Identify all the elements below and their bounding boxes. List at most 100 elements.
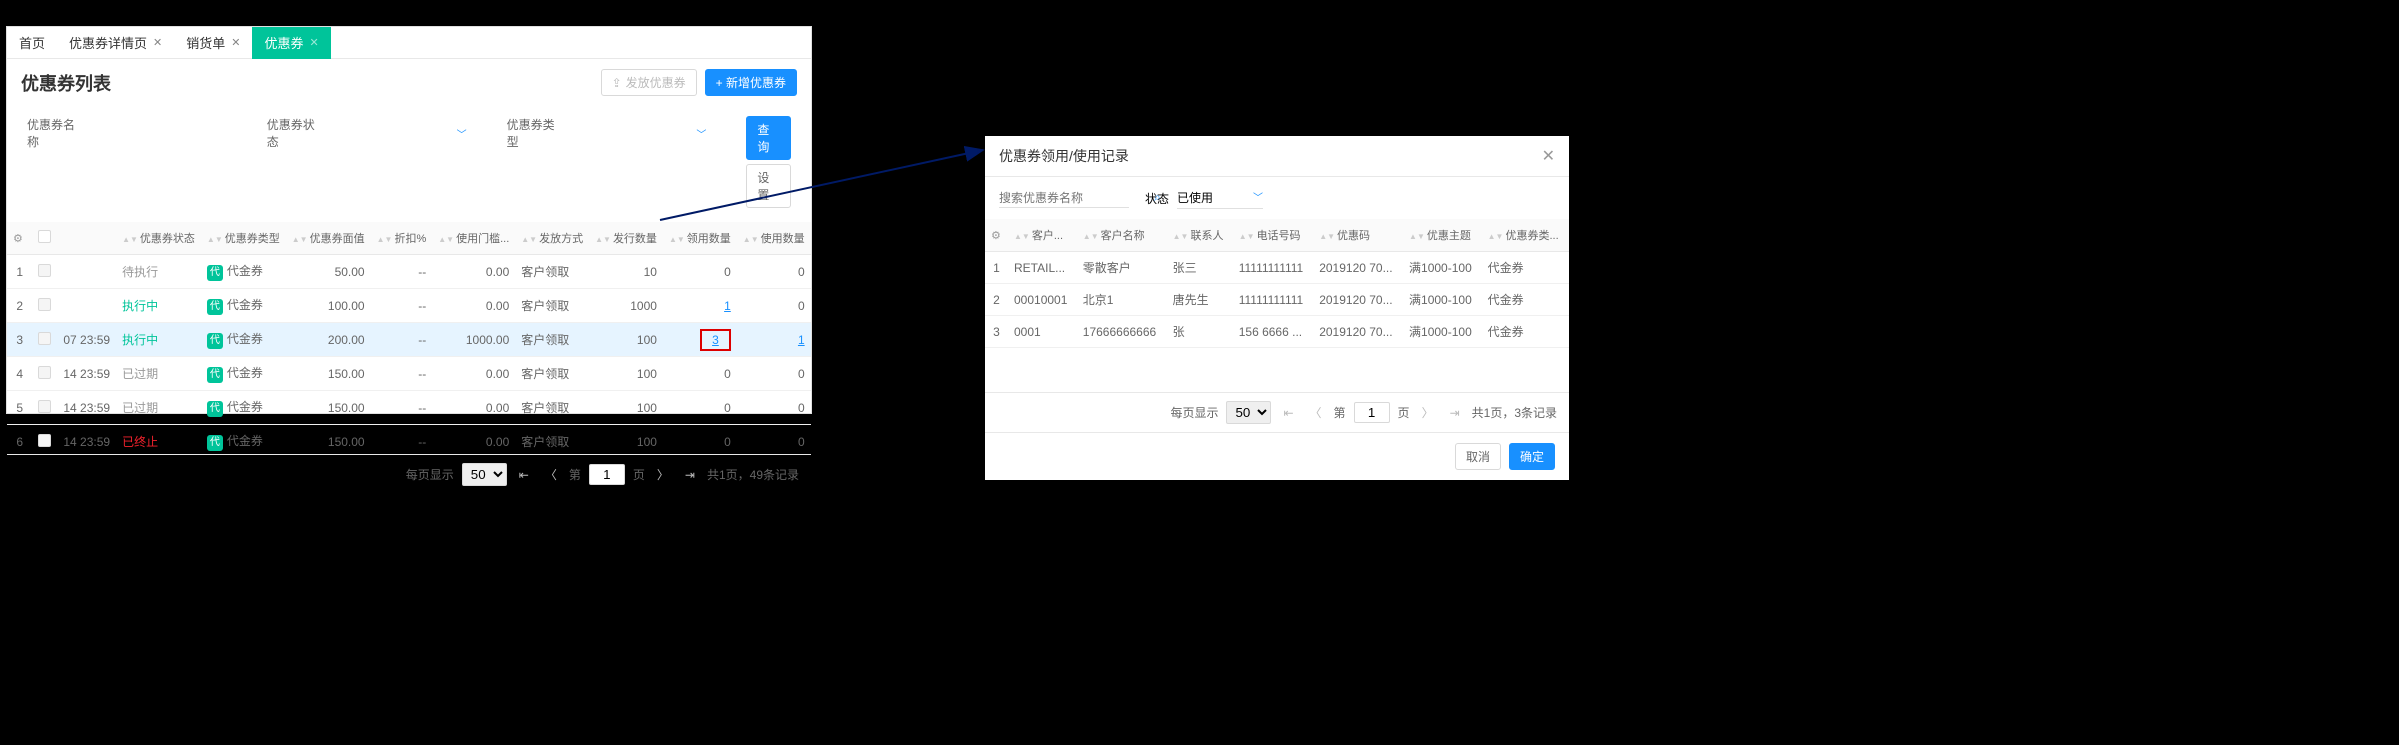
- modal-prev-page[interactable]: 〈: [1306, 404, 1326, 421]
- chevron-down-icon: ﹀: [457, 126, 467, 141]
- gear-icon[interactable]: ⚙: [991, 230, 1001, 242]
- status-badge: 待执行: [122, 265, 158, 279]
- column-header[interactable]: ▲▼发放方式: [515, 222, 589, 255]
- modal-search[interactable]: ⌕: [999, 188, 1129, 208]
- row-checkbox[interactable]: [38, 366, 51, 379]
- sort-icon[interactable]: ▲▼: [377, 238, 393, 242]
- row-checkbox[interactable]: [38, 400, 51, 413]
- tab-优惠券详情页[interactable]: 优惠券详情页✕: [57, 27, 174, 59]
- page-input[interactable]: [589, 464, 625, 485]
- column-header[interactable]: ▲▼客户...: [1008, 219, 1077, 252]
- column-header[interactable]: ⚙: [985, 219, 1008, 252]
- voucher-badge-icon: 代: [207, 265, 223, 281]
- close-icon[interactable]: ✕: [153, 36, 162, 49]
- claimed-link[interactable]: 3: [700, 329, 731, 351]
- prev-page-button[interactable]: 〈: [541, 466, 561, 483]
- sort-icon[interactable]: ▲▼: [292, 238, 308, 242]
- column-header[interactable]: [57, 222, 116, 255]
- column-header[interactable]: ▲▼联系人: [1167, 219, 1233, 252]
- first-page-button[interactable]: ⇤: [515, 468, 533, 482]
- filter-name-label: 优惠券名称: [27, 116, 81, 150]
- column-header[interactable]: ▲▼领用数量: [663, 222, 737, 255]
- column-header[interactable]: ▲▼优惠券面值: [286, 222, 371, 255]
- table-row[interactable]: 3000117666666666张156 6666 ...2019120 70.…: [985, 316, 1569, 348]
- next-page-button[interactable]: 〉: [653, 466, 673, 483]
- table-row[interactable]: 614 23:59已终止代代金券150.00--0.00客户领取10000⇱▦: [7, 425, 811, 455]
- column-header[interactable]: ▲▼优惠券类型: [201, 222, 286, 255]
- modal-page-input[interactable]: [1354, 402, 1390, 423]
- tab-bar: 首页优惠券详情页✕销货单✕优惠券✕: [7, 27, 811, 59]
- sort-icon[interactable]: ▲▼: [743, 238, 759, 242]
- table-row[interactable]: 2执行中代代金券100.00--0.00客户领取100010⇱▦: [7, 289, 811, 323]
- pagination: 每页显示 50 ⇤ 〈 第 页 〉 ⇥ 共1页，49条记录: [7, 454, 811, 494]
- tab-销货单[interactable]: 销货单✕: [174, 27, 252, 59]
- modal-first-page[interactable]: ⇤: [1279, 406, 1297, 420]
- column-header[interactable]: ▲▼优惠主题: [1403, 219, 1482, 252]
- close-icon[interactable]: ✕: [310, 36, 319, 49]
- tab-优惠券[interactable]: 优惠券✕: [252, 27, 330, 59]
- cancel-button[interactable]: 取消: [1455, 443, 1501, 470]
- row-checkbox[interactable]: [38, 434, 51, 447]
- add-coupon-button[interactable]: + 新增优惠券: [705, 69, 797, 96]
- per-page-select[interactable]: 50: [462, 463, 507, 486]
- column-header[interactable]: ▲▼使用数量: [737, 222, 811, 255]
- modal-next-page[interactable]: 〉: [1418, 404, 1438, 421]
- column-header[interactable]: ▲▼优惠码: [1313, 219, 1403, 252]
- modal-last-page[interactable]: ⇥: [1446, 406, 1464, 420]
- table-row[interactable]: 1RETAIL...零散客户张三111111111112019120 70...…: [985, 252, 1569, 284]
- confirm-button[interactable]: 确定: [1509, 443, 1555, 470]
- table-row[interactable]: 414 23:59已过期代代金券150.00--0.00客户领取10000⇱▦: [7, 357, 811, 391]
- sort-icon[interactable]: ▲▼: [122, 238, 138, 242]
- column-header[interactable]: [32, 222, 57, 255]
- column-header[interactable]: ⚙: [7, 222, 32, 255]
- sort-icon[interactable]: ▲▼: [207, 238, 223, 242]
- sort-icon[interactable]: ▲▼: [1083, 235, 1099, 239]
- gear-icon[interactable]: ⚙: [13, 233, 23, 245]
- table-row[interactable]: 514 23:59已过期代代金券150.00--0.00客户领取10000⇱▦: [7, 391, 811, 425]
- filter-name-input[interactable]: [87, 126, 227, 141]
- column-header[interactable]: ▲▼优惠券状态: [116, 222, 201, 255]
- sort-icon[interactable]: ▲▼: [1319, 235, 1335, 239]
- column-header[interactable]: ▲▼使用门槛...: [432, 222, 515, 255]
- column-header[interactable]: ▲▼客户名称: [1077, 219, 1167, 252]
- table-row[interactable]: 1待执行代代金券50.00--0.00客户领取1000⇱▦: [7, 255, 811, 289]
- filter-type-select[interactable]: ﹀: [571, 126, 707, 141]
- tab-首页[interactable]: 首页: [7, 27, 57, 59]
- column-header[interactable]: ▲▼电话号码: [1233, 219, 1313, 252]
- sort-icon[interactable]: ▲▼: [438, 238, 454, 242]
- column-header[interactable]: ▲▼发行数量: [589, 222, 663, 255]
- close-icon[interactable]: ✕: [1542, 146, 1555, 166]
- filter-status-select[interactable]: ﹀: [331, 126, 467, 141]
- filter-status-label: 优惠券状态: [267, 116, 325, 150]
- row-checkbox[interactable]: [38, 264, 51, 277]
- row-checkbox[interactable]: [38, 298, 51, 311]
- used-link[interactable]: 1: [798, 333, 805, 347]
- settings-button[interactable]: 设置: [746, 164, 791, 208]
- sort-icon[interactable]: ▲▼: [1014, 235, 1030, 239]
- column-header[interactable]: ▲▼折扣%: [371, 222, 433, 255]
- sort-icon[interactable]: ▲▼: [669, 238, 685, 242]
- claimed-link[interactable]: 1: [724, 299, 731, 313]
- modal-search-input[interactable]: [999, 191, 1154, 205]
- sort-icon[interactable]: ▲▼: [595, 238, 611, 242]
- close-icon[interactable]: ✕: [231, 36, 240, 49]
- modal-status-select[interactable]: 已使用﹀: [1177, 187, 1263, 209]
- sort-icon[interactable]: ▲▼: [521, 238, 537, 242]
- column-header[interactable]: ▲▼优惠券类...: [1482, 219, 1569, 252]
- status-badge: 已终止: [122, 435, 158, 449]
- sort-icon[interactable]: ▲▼: [1173, 235, 1189, 239]
- sort-icon[interactable]: ▲▼: [1488, 235, 1504, 239]
- last-page-button[interactable]: ⇥: [681, 468, 699, 482]
- status-badge: 已过期: [122, 367, 158, 381]
- select-all-checkbox[interactable]: [38, 230, 51, 243]
- sort-icon[interactable]: ▲▼: [1409, 235, 1425, 239]
- modal-per-page-select[interactable]: 50: [1226, 401, 1271, 424]
- sort-icon[interactable]: ▲▼: [1239, 235, 1255, 239]
- voucher-badge-icon: 代: [207, 435, 223, 451]
- row-checkbox[interactable]: [38, 332, 51, 345]
- table-row[interactable]: 307 23:59执行中代代金券200.00--1000.00客户领取10031…: [7, 323, 811, 357]
- query-button[interactable]: 查询: [746, 116, 791, 160]
- distribute-coupon-button[interactable]: ⇪发放优惠券: [601, 69, 697, 96]
- table-row[interactable]: 200010001北京1唐先生111111111112019120 70...满…: [985, 284, 1569, 316]
- page-suffix: 页: [633, 466, 645, 483]
